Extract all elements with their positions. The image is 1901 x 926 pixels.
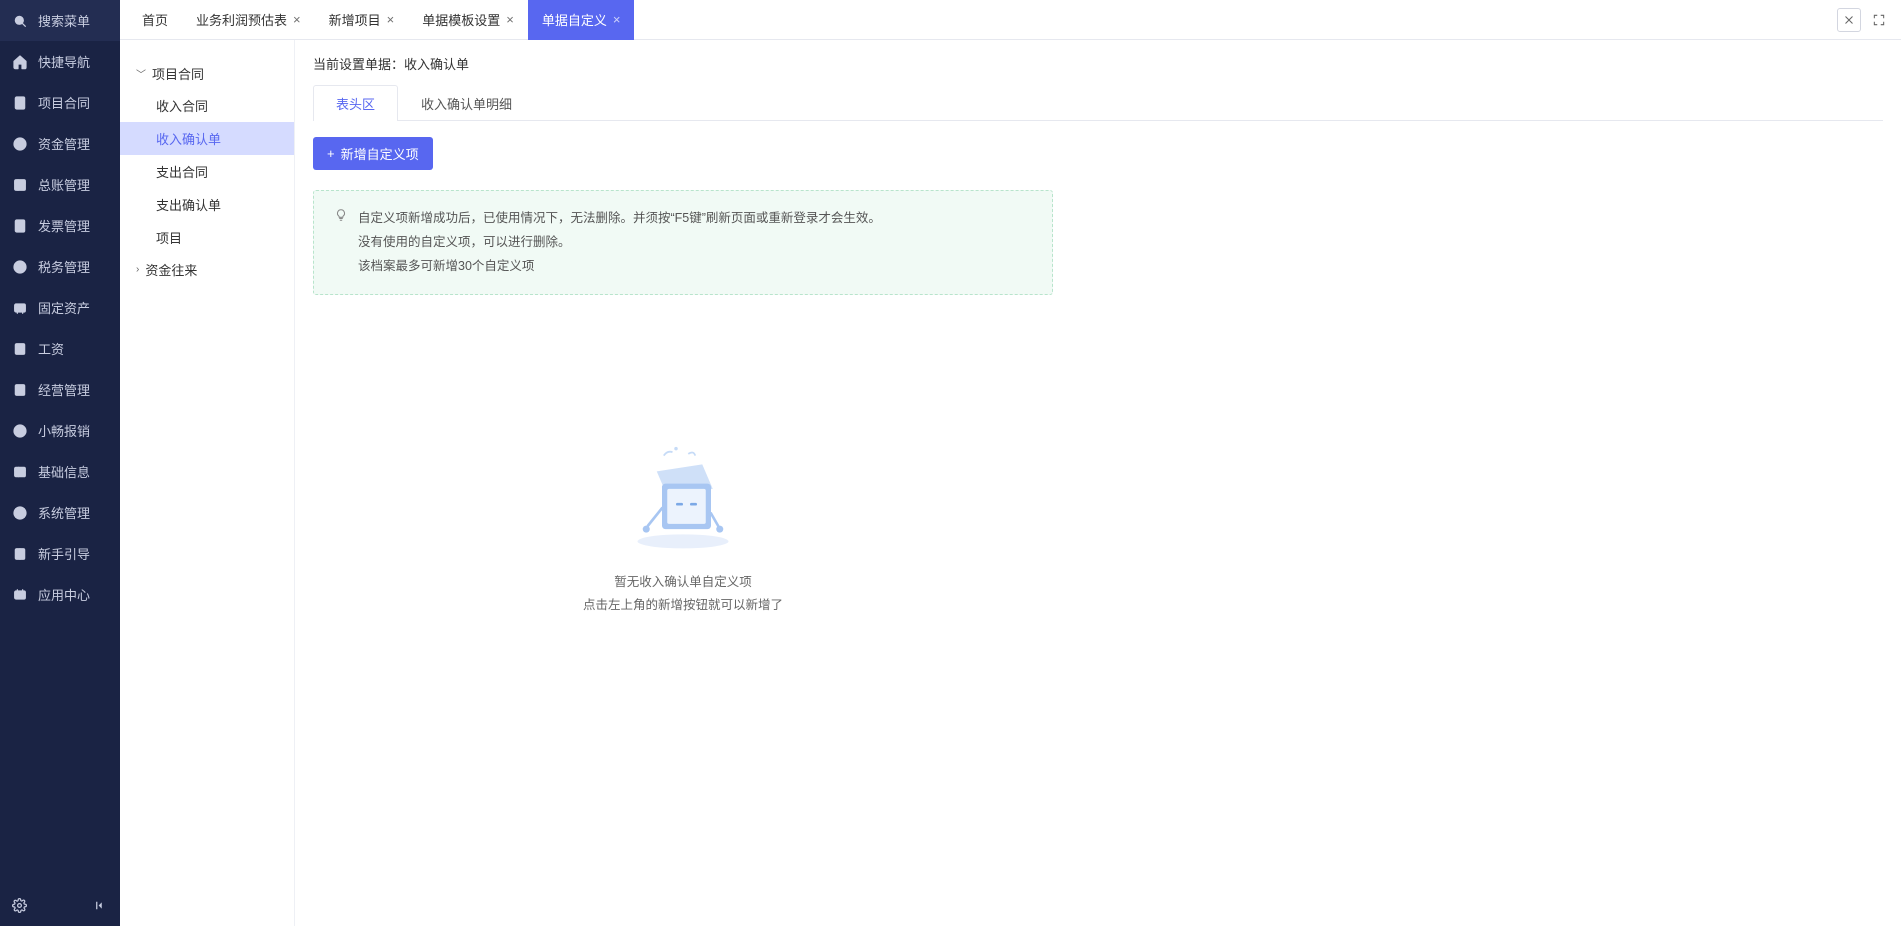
sidebar-item-6[interactable]: 税务管理	[0, 246, 120, 287]
sidebar-item-label: 工资	[38, 339, 64, 358]
subtabs: 表头区收入确认单明细	[313, 85, 1883, 121]
chevron-down-icon: ﹀	[136, 66, 146, 81]
sidebar-item-7[interactable]: 固定资产	[0, 287, 120, 328]
tree-child-0-1[interactable]: 收入确认单	[120, 122, 294, 155]
expense-icon	[12, 423, 28, 439]
sidebar-item-5[interactable]: 发票管理	[0, 205, 120, 246]
sidebar-item-2[interactable]: 项目合同	[0, 82, 120, 123]
money-icon	[12, 136, 28, 152]
tab-close-icon[interactable]: ×	[506, 12, 514, 27]
tab-close-icon[interactable]: ×	[387, 12, 395, 27]
collapse-sidebar-icon[interactable]	[93, 898, 108, 916]
sidebar-item-11[interactable]: 基础信息	[0, 451, 120, 492]
sidebar-item-label: 资金管理	[38, 134, 90, 153]
sidebar-item-label: 基础信息	[38, 462, 90, 481]
sidebar-item-0[interactable]: 搜索菜单	[0, 0, 120, 41]
subtab-0[interactable]: 表头区	[313, 85, 398, 121]
sidebar-item-label: 快捷导航	[38, 52, 90, 71]
info-box: 自定义项新增成功后，已使用情况下，无法删除。并须按“F5键”刷新页面或重新登录才…	[313, 190, 1053, 295]
subtab-1[interactable]: 收入确认单明细	[398, 85, 535, 121]
sidebar-item-label: 小畅报销	[38, 421, 90, 440]
sidebar-item-10[interactable]: 小畅报销	[0, 410, 120, 451]
tab-close-icon[interactable]: ×	[613, 12, 621, 27]
tree-child-0-2[interactable]: 支出合同	[120, 155, 294, 188]
tree-child-0-4[interactable]: 项目	[120, 221, 294, 254]
sidebar-item-13[interactable]: 新手引导	[0, 533, 120, 574]
tree-group-label: 资金往来	[145, 260, 197, 279]
info-line: 没有使用的自定义项，可以进行删除。	[358, 231, 881, 255]
home-icon	[12, 54, 28, 70]
sidebar-item-14[interactable]: 应用中心	[0, 574, 120, 615]
sidebar-item-label: 经营管理	[38, 380, 90, 399]
tree-child-0-3[interactable]: 支出确认单	[120, 188, 294, 221]
tab-label: 新增项目	[329, 10, 381, 29]
asset-icon	[12, 300, 28, 316]
sidebar-item-label: 固定资产	[38, 298, 90, 317]
ledger-icon	[12, 177, 28, 193]
settings-icon[interactable]	[12, 898, 27, 916]
sidebar-item-label: 新手引导	[38, 544, 90, 563]
lightbulb-icon	[334, 207, 348, 278]
sidebar-item-8[interactable]: 工资	[0, 328, 120, 369]
empty-state: 暂无收入确认单自定义项 点击左上角的新增按钮就可以新增了	[313, 295, 1053, 616]
guide-icon	[12, 546, 28, 562]
tab-4[interactable]: 单据自定义 ×	[528, 0, 635, 40]
empty-text-line: 点击左上角的新增按钮就可以新增了	[583, 594, 783, 617]
sidebar-item-12[interactable]: 系统管理	[0, 492, 120, 533]
tree-group-0[interactable]: ﹀ 项目合同	[120, 58, 294, 89]
sidebar-item-label: 应用中心	[38, 585, 90, 604]
sidebar-item-label: 税务管理	[38, 257, 90, 276]
sidebar-item-1[interactable]: 快捷导航	[0, 41, 120, 82]
empty-illustration-icon	[613, 435, 753, 555]
salary-icon	[12, 341, 28, 357]
app-icon	[12, 587, 28, 603]
tree-panel: ﹀ 项目合同收入合同收入确认单支出合同支出确认单项目 › 资金往来	[120, 40, 295, 926]
info-line: 自定义项新增成功后，已使用情况下，无法删除。并须按“F5键”刷新页面或重新登录才…	[358, 207, 881, 231]
tab-close-icon[interactable]: ×	[293, 12, 301, 27]
base-icon	[12, 464, 28, 480]
sidebar-item-label: 系统管理	[38, 503, 90, 522]
empty-text-line: 暂无收入确认单自定义项	[583, 571, 783, 594]
plus-icon: +	[327, 146, 335, 161]
sidebar-item-9[interactable]: 经营管理	[0, 369, 120, 410]
info-line: 该档案最多可新增30个自定义项	[358, 255, 881, 279]
sidebar-item-label: 发票管理	[38, 216, 90, 235]
search-icon	[12, 13, 28, 29]
biz-icon	[12, 382, 28, 398]
tab-label: 单据模板设置	[422, 10, 500, 29]
main-panel: 当前设置单据：收入确认单 表头区收入确认单明细 + 新增自定义项 自定义项新增成…	[295, 40, 1901, 926]
tree-group-1[interactable]: › 资金往来	[120, 254, 294, 285]
tab-2[interactable]: 新增项目 ×	[315, 0, 409, 40]
sidebar-bottom	[0, 888, 120, 926]
current-doc-label: 当前设置单据：收入确认单	[313, 54, 1883, 73]
invoice-icon	[12, 218, 28, 234]
sidebar: 搜索菜单快捷导航项目合同资金管理总账管理发票管理税务管理固定资产工资经营管理小畅…	[0, 0, 120, 926]
tabs-bar: 首页 业务利润预估表 × 新增项目 × 单据模板设置 × 单据自定义 ×	[120, 0, 1901, 40]
tab-1[interactable]: 业务利润预估表 ×	[182, 0, 315, 40]
fullscreen-button[interactable]	[1867, 8, 1891, 32]
sidebar-item-3[interactable]: 资金管理	[0, 123, 120, 164]
close-tabs-button[interactable]	[1837, 8, 1861, 32]
tab-3[interactable]: 单据模板设置 ×	[408, 0, 528, 40]
doc-icon	[12, 95, 28, 111]
sys-icon	[12, 505, 28, 521]
sidebar-item-label: 项目合同	[38, 93, 90, 112]
tree-group-label: 项目合同	[152, 64, 204, 83]
tab-0[interactable]: 首页	[128, 0, 182, 40]
tree-child-0-0[interactable]: 收入合同	[120, 89, 294, 122]
tab-label: 首页	[142, 10, 168, 29]
sidebar-item-label: 总账管理	[38, 175, 90, 194]
tax-icon	[12, 259, 28, 275]
sidebar-item-label: 搜索菜单	[38, 11, 90, 30]
add-custom-field-button[interactable]: + 新增自定义项	[313, 137, 433, 170]
sidebar-item-4[interactable]: 总账管理	[0, 164, 120, 205]
tab-label: 单据自定义	[542, 10, 607, 29]
tab-label: 业务利润预估表	[196, 10, 287, 29]
chevron-right-icon: ›	[136, 264, 139, 275]
